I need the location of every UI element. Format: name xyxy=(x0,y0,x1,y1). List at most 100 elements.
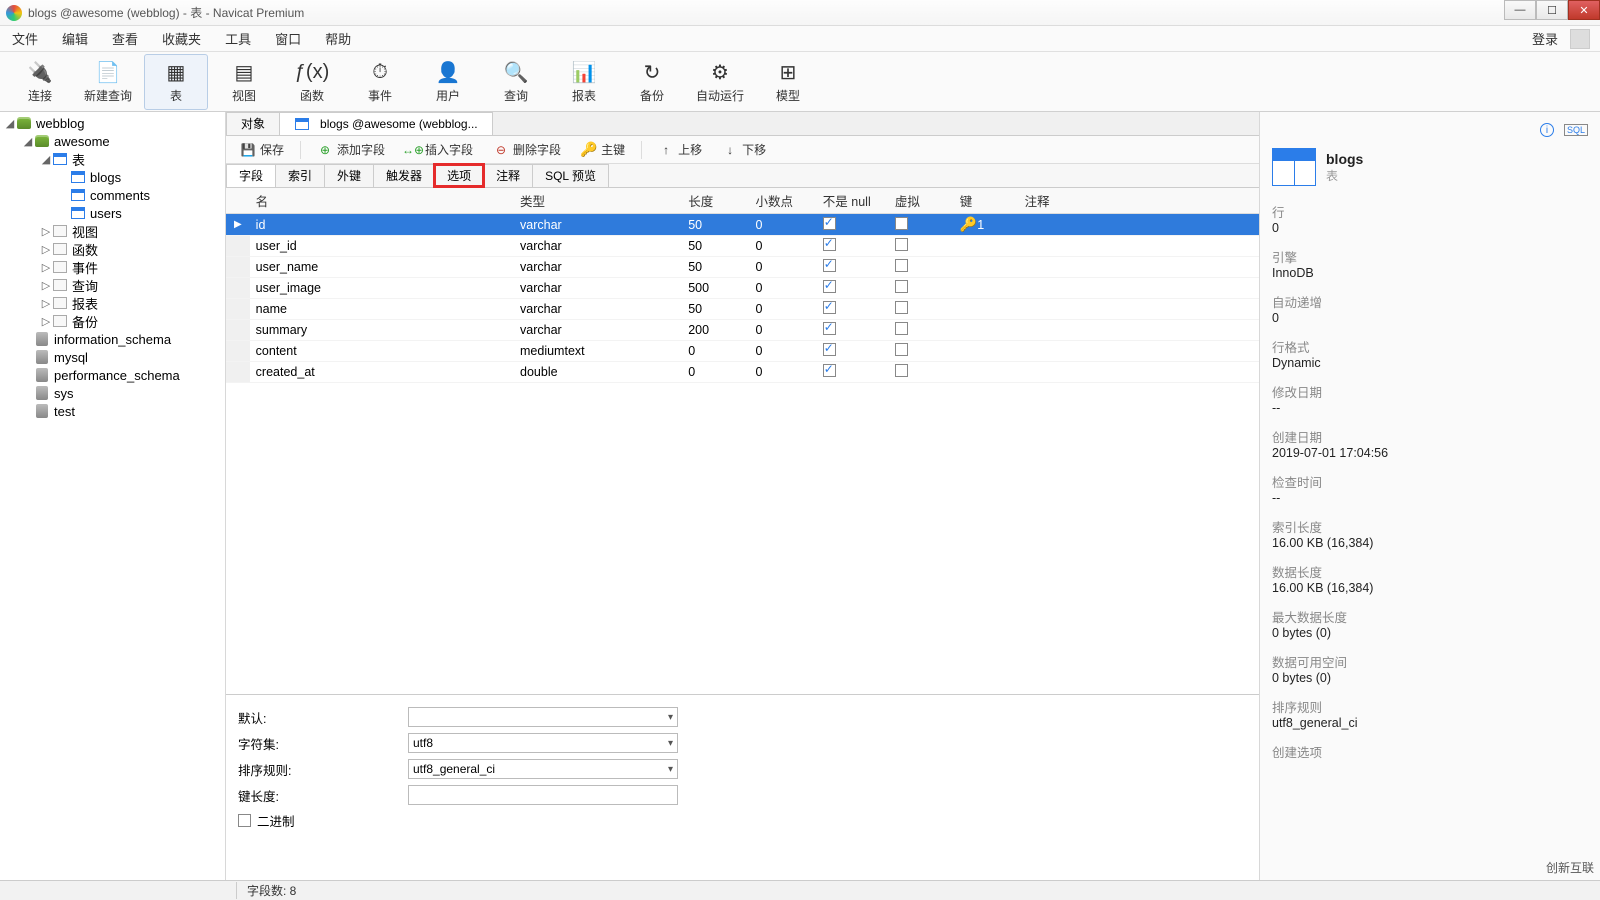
ribbon-view[interactable]: ▤视图 xyxy=(212,54,276,110)
charset-combobox[interactable]: utf8▾ xyxy=(408,733,678,753)
ribbon-user[interactable]: 👤用户 xyxy=(416,54,480,110)
insert-field-button[interactable]: ↔⊕插入字段 xyxy=(397,139,481,160)
col-header[interactable]: 长度 xyxy=(682,188,749,214)
tree-tables-folder[interactable]: ◢表 xyxy=(0,150,225,168)
subtab-6[interactable]: SQL 预览 xyxy=(532,164,609,187)
col-header[interactable]: 虚拟 xyxy=(889,188,954,214)
tree-node[interactable]: ▷函数 xyxy=(0,240,225,258)
menu-help[interactable]: 帮助 xyxy=(313,29,363,48)
info-icon[interactable]: i xyxy=(1540,123,1554,137)
ribbon-connect[interactable]: 🔌连接 xyxy=(8,54,72,110)
table-row[interactable]: namevarchar500 xyxy=(226,299,1259,320)
menu-view[interactable]: 查看 xyxy=(100,29,150,48)
tree-table-users[interactable]: users xyxy=(0,204,225,222)
virtual-checkbox[interactable] xyxy=(895,343,908,356)
subtab-1[interactable]: 索引 xyxy=(275,164,325,187)
col-header[interactable]: 注释 xyxy=(1019,188,1259,214)
login-link[interactable]: 登录 xyxy=(1524,29,1566,48)
tree-node[interactable]: ▷事件 xyxy=(0,258,225,276)
primary-key-button[interactable]: 🔑主键 xyxy=(573,139,633,160)
tree-node[interactable]: ▷视图 xyxy=(0,222,225,240)
table-row[interactable]: ▶ idvarchar500 🔑1 xyxy=(226,214,1259,236)
menu-file[interactable]: 文件 xyxy=(0,29,50,48)
notnull-checkbox[interactable] xyxy=(823,343,836,356)
doctab-object[interactable]: 对象 xyxy=(226,112,280,135)
move-up-button[interactable]: ↑上移 xyxy=(650,139,710,160)
notnull-checkbox[interactable] xyxy=(823,364,836,377)
move-down-button[interactable]: ↓下移 xyxy=(714,139,774,160)
add-field-button[interactable]: ⊕添加字段 xyxy=(309,139,393,160)
sql-icon[interactable]: SQL xyxy=(1564,124,1588,136)
virtual-checkbox[interactable] xyxy=(895,238,908,251)
keylen-input[interactable] xyxy=(408,785,678,805)
ribbon-autorun[interactable]: ⚙自动运行 xyxy=(688,54,752,110)
menu-edit[interactable]: 编辑 xyxy=(50,29,100,48)
binary-checkbox[interactable] xyxy=(238,814,251,827)
default-combobox[interactable]: ▾ xyxy=(408,707,678,727)
menu-window[interactable]: 窗口 xyxy=(263,29,313,48)
virtual-checkbox[interactable] xyxy=(895,322,908,335)
notnull-checkbox[interactable] xyxy=(823,280,836,293)
info-field: 引擎InnoDB xyxy=(1272,247,1588,280)
save-button[interactable]: 💾保存 xyxy=(232,139,292,160)
col-header[interactable]: 键 xyxy=(954,188,1019,214)
ribbon-backup[interactable]: ↻备份 xyxy=(620,54,684,110)
virtual-checkbox[interactable] xyxy=(895,301,908,314)
subtab-0[interactable]: 字段 xyxy=(226,164,276,187)
notnull-checkbox[interactable] xyxy=(823,322,836,335)
virtual-checkbox[interactable] xyxy=(895,217,908,230)
minimize-button[interactable]: — xyxy=(1504,0,1536,20)
notnull-checkbox[interactable] xyxy=(823,217,836,230)
tree-table-comments[interactable]: comments xyxy=(0,186,225,204)
tree-node[interactable]: ▷报表 xyxy=(0,294,225,312)
insert-field-icon: ↔⊕ xyxy=(405,142,421,158)
status-fieldcount: 字段数: 8 xyxy=(236,882,306,899)
table-row[interactable]: user_idvarchar500 xyxy=(226,236,1259,257)
tree-table-blogs[interactable]: blogs xyxy=(0,168,225,186)
ribbon-table[interactable]: ▦表 xyxy=(144,54,208,110)
avatar-icon[interactable] xyxy=(1570,29,1590,49)
virtual-checkbox[interactable] xyxy=(895,364,908,377)
maximize-button[interactable]: ☐ xyxy=(1536,0,1568,20)
virtual-checkbox[interactable] xyxy=(895,259,908,272)
virtual-checkbox[interactable] xyxy=(895,280,908,293)
menu-tools[interactable]: 工具 xyxy=(213,29,263,48)
table-row[interactable]: user_imagevarchar5000 xyxy=(226,278,1259,299)
subtab-3[interactable]: 触发器 xyxy=(373,164,435,187)
notnull-checkbox[interactable] xyxy=(823,259,836,272)
tree-schema-other[interactable]: test xyxy=(0,402,225,420)
ribbon-query[interactable]: 🔍查询 xyxy=(484,54,548,110)
tree-schema[interactable]: ◢awesome xyxy=(0,132,225,150)
doctab-current[interactable]: blogs @awesome (webblog... xyxy=(279,112,493,135)
col-header[interactable]: 不是 null xyxy=(817,188,889,214)
tree-schema-other[interactable]: information_schema xyxy=(0,330,225,348)
ribbon-event[interactable]: ⏱事件 xyxy=(348,54,412,110)
tree-node[interactable]: ▷备份 xyxy=(0,312,225,330)
table-row[interactable]: contentmediumtext00 xyxy=(226,341,1259,362)
ribbon-newquery[interactable]: 📄新建查询 xyxy=(76,54,140,110)
col-header[interactable]: 类型 xyxy=(514,188,682,214)
subtab-4[interactable]: 选项 xyxy=(434,164,484,187)
subtab-2[interactable]: 外键 xyxy=(324,164,374,187)
tree-schema-other[interactable]: mysql xyxy=(0,348,225,366)
col-header[interactable]: 小数点 xyxy=(750,188,817,214)
table-row[interactable]: created_atdouble00 xyxy=(226,362,1259,383)
col-header[interactable]: 名 xyxy=(250,188,514,214)
close-button[interactable]: ✕ xyxy=(1568,0,1600,20)
tree-schema-other[interactable]: performance_schema xyxy=(0,366,225,384)
tree-schema-other[interactable]: sys xyxy=(0,384,225,402)
delete-field-button[interactable]: ⊖删除字段 xyxy=(485,139,569,160)
table-row[interactable]: summaryvarchar2000 xyxy=(226,320,1259,341)
tree-connection[interactable]: ◢webblog xyxy=(0,114,225,132)
subtab-5[interactable]: 注释 xyxy=(483,164,533,187)
notnull-checkbox[interactable] xyxy=(823,301,836,314)
ribbon-report[interactable]: 📊报表 xyxy=(552,54,616,110)
ribbon-function[interactable]: ƒ(x)函数 xyxy=(280,54,344,110)
ribbon-model[interactable]: ⊞模型 xyxy=(756,54,820,110)
collation-combobox[interactable]: utf8_general_ci▾ xyxy=(408,759,678,779)
notnull-checkbox[interactable] xyxy=(823,238,836,251)
designer-subtabs: 字段索引外键触发器选项注释SQL 预览 xyxy=(226,164,1259,188)
menu-fav[interactable]: 收藏夹 xyxy=(150,29,213,48)
table-row[interactable]: user_namevarchar500 xyxy=(226,257,1259,278)
tree-node[interactable]: ▷查询 xyxy=(0,276,225,294)
